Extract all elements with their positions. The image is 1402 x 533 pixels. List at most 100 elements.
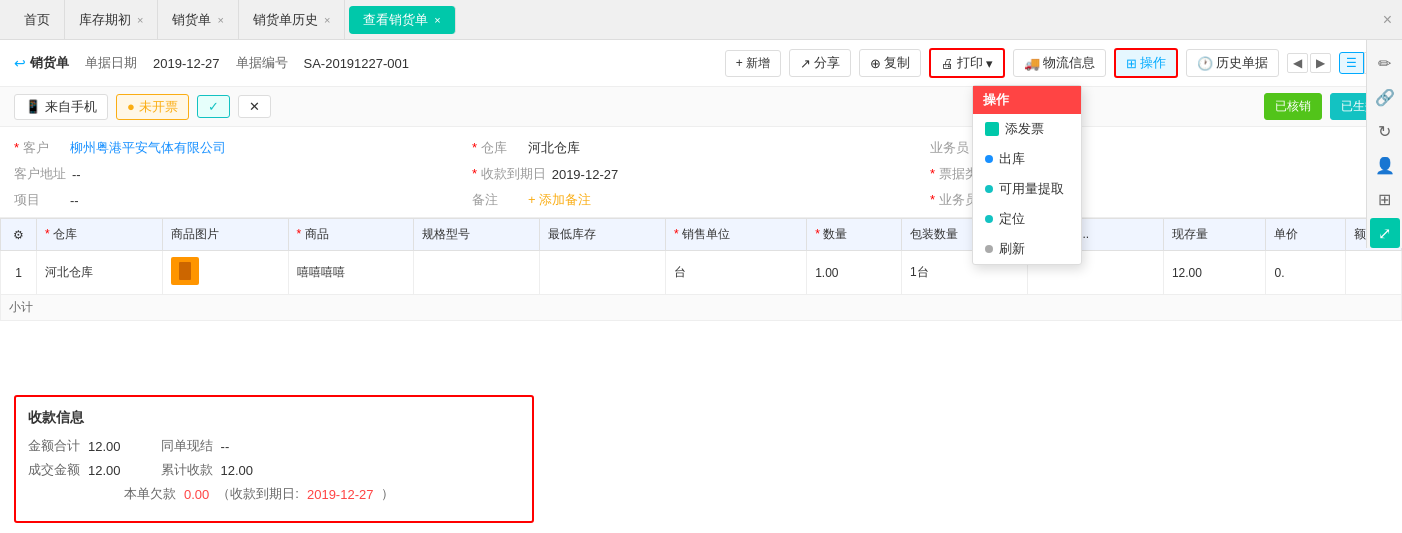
product-image (171, 257, 199, 285)
tab-sales[interactable]: 销货单 × (158, 0, 238, 39)
next-arrow[interactable]: ▶ (1310, 53, 1331, 73)
form-row-1: 客户 柳州粤港平安气体有限公司 仓库 河北仓库 业务员 演示账号 (14, 139, 1388, 157)
form-row-3: 项目 -- 备注 + 添加备注 业务员孟 -- (14, 191, 1388, 209)
tab-home[interactable]: 首页 (10, 0, 65, 39)
total-amount: 金额合计 12.00 (28, 437, 121, 455)
add-invoice-icon (985, 122, 999, 136)
table-header-row: ⚙ 仓库 商品图片 商品 规格型号 最低库存 销售单位 数量 包装数量 可用量 … (1, 219, 1402, 251)
table-icon[interactable]: ⊞ (1370, 184, 1400, 214)
link-icon[interactable]: 🔗 (1370, 82, 1400, 112)
refresh-icon (985, 245, 993, 253)
grid-icon: ⊞ (1126, 56, 1137, 71)
row-product: 嘻嘻嘻嘻 (288, 251, 414, 295)
operations-dropdown: 操作 添发票 出库 可用量提取 定位 刷新 (972, 85, 1082, 265)
col-current-stock: 现存量 (1163, 219, 1266, 251)
logistics-icon: 🚚 (1024, 56, 1040, 71)
row-sales-unit: 台 (665, 251, 806, 295)
check-icon: ✓ (208, 99, 219, 114)
prev-arrow[interactable]: ◀ (1287, 53, 1308, 73)
cumulative-label: 累计收款 (161, 461, 213, 479)
edit-icon[interactable]: ✏ (1370, 48, 1400, 78)
address-value: -- (72, 167, 81, 182)
not-open-btn[interactable]: ● 未开票 (116, 94, 189, 120)
window-close-btn[interactable]: × (1383, 11, 1392, 29)
row-current-stock: 12.00 (1163, 251, 1266, 295)
project-group: 项目 -- (14, 191, 472, 209)
nav-arrows: ◀ ▶ (1287, 53, 1331, 73)
print-highlight-box: 🖨 打印 ▾ (929, 48, 1005, 78)
row-spec (414, 251, 540, 295)
info-row-1: 金额合计 12.00 同单现结 -- (28, 437, 520, 455)
copy-button[interactable]: ⊕ 复制 (859, 49, 921, 77)
col-min-stock: 最低库存 (540, 219, 666, 251)
available-qty-icon (985, 185, 993, 193)
row-unit-price: 0. (1266, 251, 1345, 295)
new-button[interactable]: + 新增 (725, 50, 781, 77)
table-area: ⚙ 仓库 商品图片 商品 规格型号 最低库存 销售单位 数量 包装数量 可用量 … (0, 217, 1402, 385)
dot-icon: ● (127, 99, 135, 114)
history-button[interactable]: 🕐 历史单据 (1186, 49, 1279, 77)
due-date-group: 收款到期日 2019-12-27 (472, 165, 930, 183)
total-label: 金额合计 (28, 437, 80, 455)
print-button[interactable]: 🖨 打印 ▾ (931, 50, 1003, 76)
number-label: 单据编号 (236, 54, 288, 72)
row-amount (1345, 251, 1401, 295)
from-phone-btn[interactable]: 📱 来自手机 (14, 94, 108, 120)
share-icon: ↗ (800, 56, 811, 71)
row-quantity: 1.00 (807, 251, 902, 295)
same-order: 同单现结 -- (161, 437, 230, 455)
outbound-icon (985, 155, 993, 163)
warehouse-value: 河北仓库 (528, 139, 580, 157)
remark-add[interactable]: + 添加备注 (528, 191, 591, 209)
warehouse-label: 仓库 (472, 139, 522, 157)
col-warehouse: 仓库 (37, 219, 163, 251)
expand-icon[interactable]: ⤢ (1370, 218, 1400, 248)
tab-sales-history-close[interactable]: × (324, 14, 330, 26)
due-date-label: 收款到期日 (472, 165, 546, 183)
due-note: （收款到期日: (217, 485, 299, 503)
tab-sales-close[interactable]: × (217, 14, 223, 26)
customer-value[interactable]: 柳州粤港平安气体有限公司 (70, 139, 226, 157)
doc-header: ↩ 销货单 单据日期 2019-12-27 单据编号 SA-20191227-0… (0, 40, 1402, 87)
menu-outbound[interactable]: 出库 (973, 144, 1081, 174)
doc-type: ↩ 销货单 (14, 54, 69, 72)
tab-view-sales[interactable]: 查看销货单 × (349, 6, 455, 34)
table-row: 1 河北仓库 嘻嘻嘻嘻 台 1.00 1台 12.00 0. (1, 251, 1402, 295)
menu-available-qty[interactable]: 可用量提取 (973, 174, 1081, 204)
main-content: ↩ 销货单 单据日期 2019-12-27 单据编号 SA-20191227-0… (0, 40, 1402, 533)
cancel-btn[interactable]: ✕ (238, 95, 271, 118)
form-row-2: 客户地址 -- 收款到期日 2019-12-27 票据类型 不开票 (14, 165, 1388, 183)
row-min-stock (540, 251, 666, 295)
second-toolbar: 📱 来自手机 ● 未开票 ✓ ✕ 已核销 已生效 (0, 87, 1402, 127)
x-icon: ✕ (249, 99, 260, 114)
row-warehouse: 河北仓库 (37, 251, 163, 295)
operations-button[interactable]: ⊞ 操作 (1114, 48, 1178, 78)
payment-info-box: 收款信息 金额合计 12.00 同单现结 -- 成交金额 12.00 累计收款 … (14, 395, 534, 523)
warehouse-group: 仓库 河北仓库 (472, 139, 930, 157)
date-label: 单据日期 (85, 54, 137, 72)
share-button[interactable]: ↗ 分享 (789, 49, 851, 77)
payment-info-title: 收款信息 (28, 409, 520, 427)
col-settings[interactable]: ⚙ (1, 219, 37, 251)
outstanding-value: 0.00 (184, 487, 209, 502)
phone-icon: 📱 (25, 99, 41, 114)
menu-add-invoice[interactable]: 添发票 (973, 114, 1081, 144)
date-value: 2019-12-27 (153, 56, 220, 71)
col-spec: 规格型号 (414, 219, 540, 251)
tab-inventory-close[interactable]: × (137, 14, 143, 26)
tab-view-sales-close[interactable]: × (434, 14, 440, 26)
project-label: 项目 (14, 191, 64, 209)
tab-sales-history[interactable]: 销货单历史 × (239, 0, 345, 39)
voided-btn[interactable]: 已核销 (1264, 93, 1322, 120)
confirm-btn[interactable]: ✓ (197, 95, 230, 118)
menu-locate[interactable]: 定位 (973, 204, 1081, 234)
list-view-btn[interactable]: ☰ (1339, 52, 1364, 74)
history-icon: 🕐 (1197, 56, 1213, 71)
refresh-sidebar-icon[interactable]: ↻ (1370, 116, 1400, 146)
same-order-value: -- (221, 439, 230, 454)
user-icon[interactable]: 👤 (1370, 150, 1400, 180)
cumulative-value: 12.00 (221, 463, 254, 478)
logistics-button[interactable]: 🚚 物流信息 (1013, 49, 1106, 77)
tab-inventory[interactable]: 库存期初 × (65, 0, 158, 39)
menu-refresh[interactable]: 刷新 (973, 234, 1081, 264)
